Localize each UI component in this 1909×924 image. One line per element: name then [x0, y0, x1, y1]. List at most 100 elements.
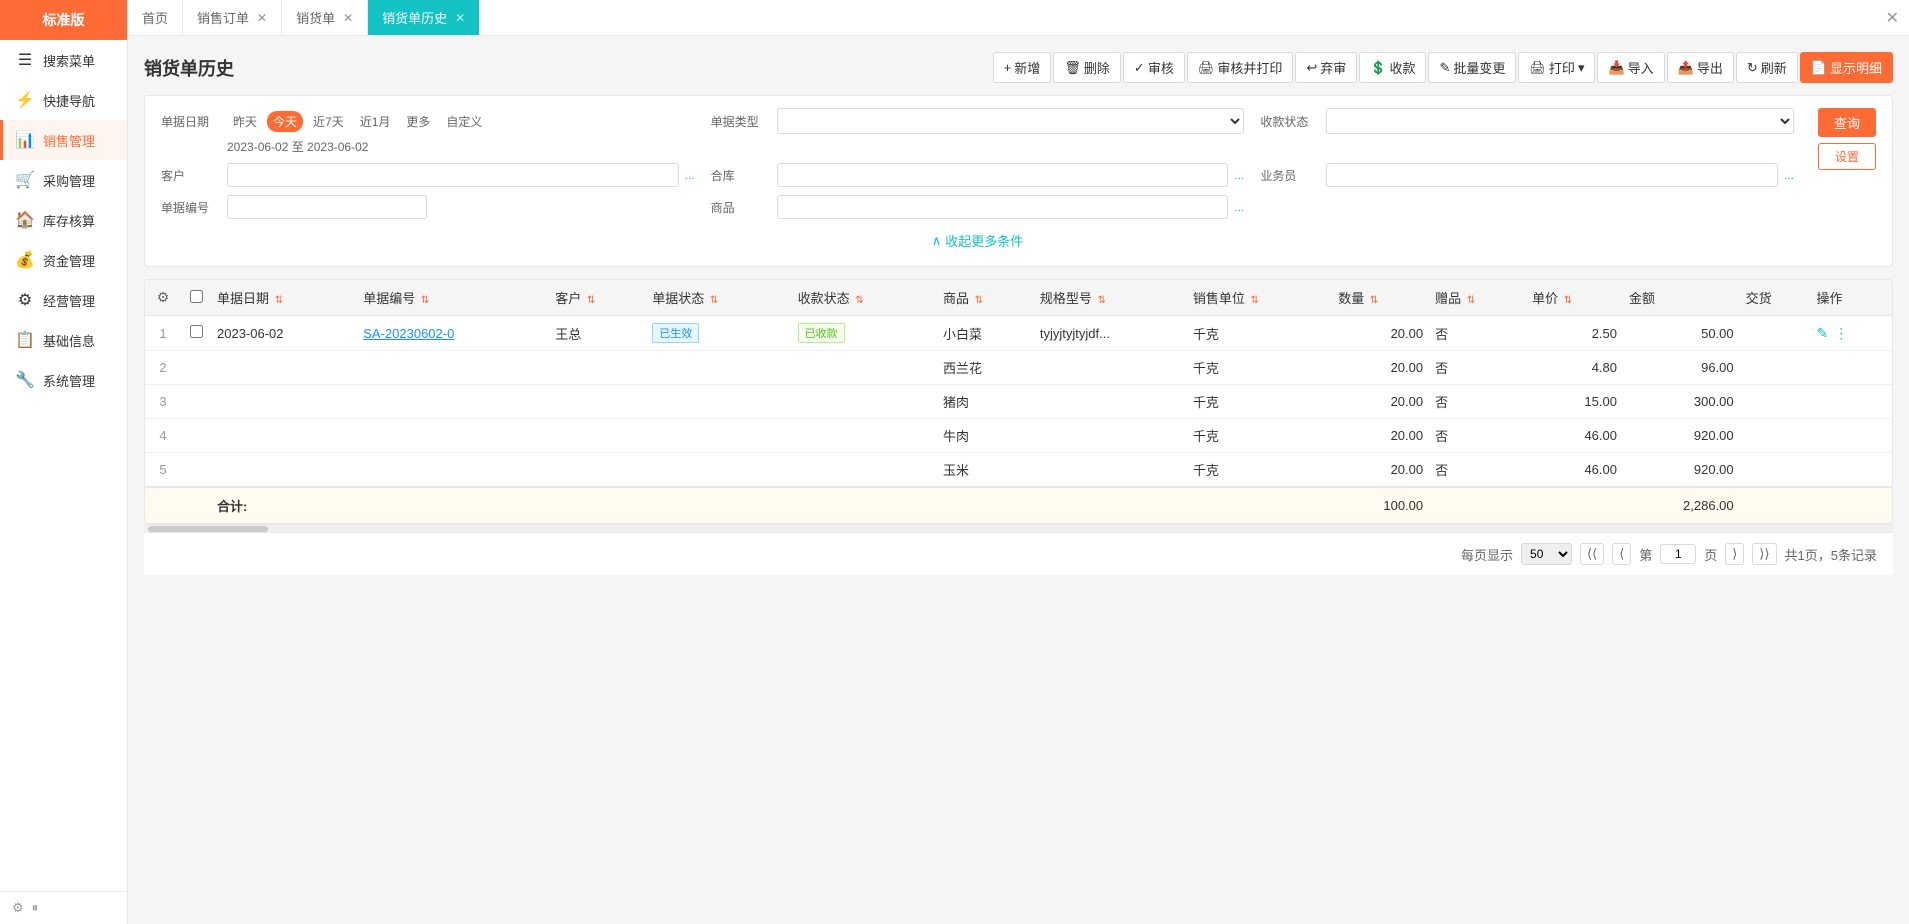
table-row: 4 牛肉 千克 20.00 否 46.00 920.00: [145, 419, 1892, 453]
audit-button[interactable]: ✓ 审核: [1123, 52, 1185, 83]
edit-icon[interactable]: ✎: [1816, 325, 1828, 342]
product-input[interactable]: [777, 195, 1229, 219]
scrollbar-thumb[interactable]: [148, 526, 268, 532]
date-tab-1month[interactable]: 近1月: [354, 111, 397, 132]
col-spec[interactable]: 规格型号 ⇅: [1034, 280, 1187, 316]
new-button[interactable]: + 新增: [993, 52, 1052, 83]
sidebar-item-sys-mgmt[interactable]: 🔧 系统管理: [0, 360, 127, 400]
row-price: 46.00: [1526, 419, 1623, 453]
col-customer[interactable]: 客户 ⇅: [549, 280, 646, 316]
date-tab-more[interactable]: 更多: [400, 111, 436, 132]
row-doc-no: [357, 351, 549, 385]
sidebar-item-search-menu[interactable]: ☰ 搜索菜单: [0, 40, 127, 80]
tab-home[interactable]: 首页: [128, 0, 183, 35]
doc-type-select[interactable]: [777, 108, 1245, 134]
customer-more-btn[interactable]: ...: [685, 168, 695, 182]
sidebar-item-quick-nav[interactable]: ⚡ 快捷导航: [0, 80, 127, 120]
collect-button[interactable]: 💲 收款: [1359, 52, 1426, 83]
abandon-button[interactable]: ↩ 弃审: [1295, 52, 1357, 83]
customer-input[interactable]: [227, 163, 679, 187]
row-checkbox[interactable]: [190, 325, 203, 338]
tab-sales-delivery-close-icon[interactable]: ✕: [343, 11, 353, 25]
warehouse-more-btn[interactable]: ...: [1234, 168, 1244, 182]
horizontal-scrollbar[interactable]: [144, 524, 1893, 532]
last-page-btn[interactable]: ⟩⟩: [1752, 543, 1776, 565]
date-tab-today[interactable]: 今天: [267, 111, 303, 132]
col-unit-label: 销售单位: [1193, 291, 1245, 306]
filter-actions: 查询 设置: [1818, 108, 1876, 170]
warehouse-input[interactable]: [777, 163, 1229, 187]
table-settings-icon[interactable]: ⚙: [157, 289, 170, 305]
col-qty[interactable]: 数量 ⇅: [1332, 280, 1429, 316]
collapse-btn[interactable]: ∧ 收起更多条件: [161, 227, 1794, 254]
col-price[interactable]: 单价 ⇅: [1526, 280, 1623, 316]
col-unit[interactable]: 销售单位 ⇅: [1187, 280, 1332, 316]
col-doc-status[interactable]: 单据状态 ⇅: [646, 280, 791, 316]
sidebar-logo: 标准版: [0, 0, 127, 40]
print-dropdown-icon: ▾: [1578, 60, 1585, 76]
sidebar-item-purchase-mgmt[interactable]: 🛒 采购管理: [0, 160, 127, 200]
sidebar-item-finance[interactable]: 💰 资金管理: [0, 240, 127, 280]
show-detail-button[interactable]: 📄 显示明细: [1800, 52, 1893, 83]
col-date[interactable]: 单据日期 ⇅: [211, 280, 357, 316]
doc-no-input[interactable]: [227, 195, 427, 219]
sidebar-item-inventory[interactable]: 🏠 库存核算: [0, 200, 127, 240]
sidebar-settings-icon[interactable]: ⚙: [12, 900, 24, 916]
sidebar-item-sales-mgmt[interactable]: 📊 销售管理: [0, 120, 127, 160]
row-actions-cell: [1810, 385, 1892, 419]
row-product: 猪肉: [937, 385, 1034, 419]
row-checkbox-cell: [181, 419, 211, 453]
audit-print-button[interactable]: 🖨 审核并打印: [1187, 52, 1294, 83]
more-icon[interactable]: ⋮: [1834, 325, 1848, 342]
salesman-input[interactable]: [1326, 163, 1778, 187]
sidebar-bottom: ⚙ ⏸: [0, 891, 127, 924]
col-settings[interactable]: ⚙: [145, 280, 181, 316]
tab-sales-order[interactable]: 销售订单 ✕: [183, 0, 282, 35]
tab-sales-history[interactable]: 销货单历史 ✕: [368, 0, 480, 35]
col-product[interactable]: 商品 ⇅: [937, 280, 1034, 316]
sidebar-item-ops[interactable]: ⚙ 经营管理: [0, 280, 127, 320]
date-tab-7days[interactable]: 近7天: [307, 111, 350, 132]
pay-status-select[interactable]: [1326, 108, 1794, 134]
prev-page-btn[interactable]: ⟨: [1612, 543, 1631, 565]
product-more-btn[interactable]: ...: [1234, 200, 1244, 214]
sidebar-item-label: 搜索菜单: [43, 51, 95, 70]
page-number-input[interactable]: [1660, 544, 1696, 564]
first-page-btn[interactable]: ⟨⟨: [1580, 543, 1604, 565]
tab-bar-close[interactable]: ✕: [1886, 8, 1909, 28]
sidebar-item-label: 资金管理: [43, 251, 95, 270]
tab-sales-history-close-icon[interactable]: ✕: [455, 11, 465, 25]
table-row: 1 2023-06-02 SA-20230602-0 王总 已生效 已收款 小白…: [145, 316, 1892, 351]
sidebar-item-label: 快捷导航: [43, 91, 95, 110]
batch-change-button[interactable]: ✎ 批量变更: [1428, 52, 1516, 83]
set-button[interactable]: 设置: [1818, 143, 1876, 170]
search-button[interactable]: 查询: [1818, 108, 1876, 137]
refresh-button[interactable]: ↻ 刷新: [1736, 52, 1798, 83]
sidebar-item-basic-info[interactable]: 📋 基础信息: [0, 320, 127, 360]
doc-no-link[interactable]: SA-20230602-0: [363, 326, 454, 341]
col-actions: 操作: [1810, 280, 1892, 316]
import-button[interactable]: 📥 导入: [1597, 52, 1664, 83]
sidebar-collapse-icon[interactable]: ⏸: [32, 900, 39, 916]
filter-salesman: 业务员 ...: [1260, 163, 1794, 187]
sidebar: 标准版 ☰ 搜索菜单 ⚡ 快捷导航 📊 销售管理 🛒 采购管理 🏠 库存核算 💰…: [0, 0, 128, 924]
page-size-select[interactable]: 50 100: [1521, 543, 1572, 565]
date-tab-custom[interactable]: 自定义: [440, 111, 488, 132]
print-button[interactable]: 🖨 打印 ▾: [1518, 52, 1595, 83]
select-all-checkbox[interactable]: [190, 290, 203, 303]
delete-button[interactable]: 🗑 删除: [1053, 52, 1121, 83]
next-page-btn[interactable]: ⟩: [1725, 543, 1744, 565]
tab-sales-delivery[interactable]: 销货单 ✕: [282, 0, 368, 35]
search-menu-icon: ☰: [15, 50, 35, 70]
sidebar-item-label: 基础信息: [43, 331, 95, 350]
tab-sales-order-close-icon[interactable]: ✕: [257, 11, 267, 25]
export-button[interactable]: 📤 导出: [1667, 52, 1734, 83]
col-pay-status[interactable]: 收款状态 ⇅: [792, 280, 937, 316]
col-gift[interactable]: 赠品 ⇅: [1429, 280, 1526, 316]
salesman-more-btn[interactable]: ...: [1784, 168, 1794, 182]
doc-type-label: 单据类型: [711, 113, 771, 130]
col-doc-no[interactable]: 单据编号 ⇅: [357, 280, 549, 316]
date-tab-yesterday[interactable]: 昨天: [227, 111, 263, 132]
col-pay-status-sort-icon: ⇅: [855, 295, 863, 306]
row-checkbox-cell: [181, 316, 211, 351]
